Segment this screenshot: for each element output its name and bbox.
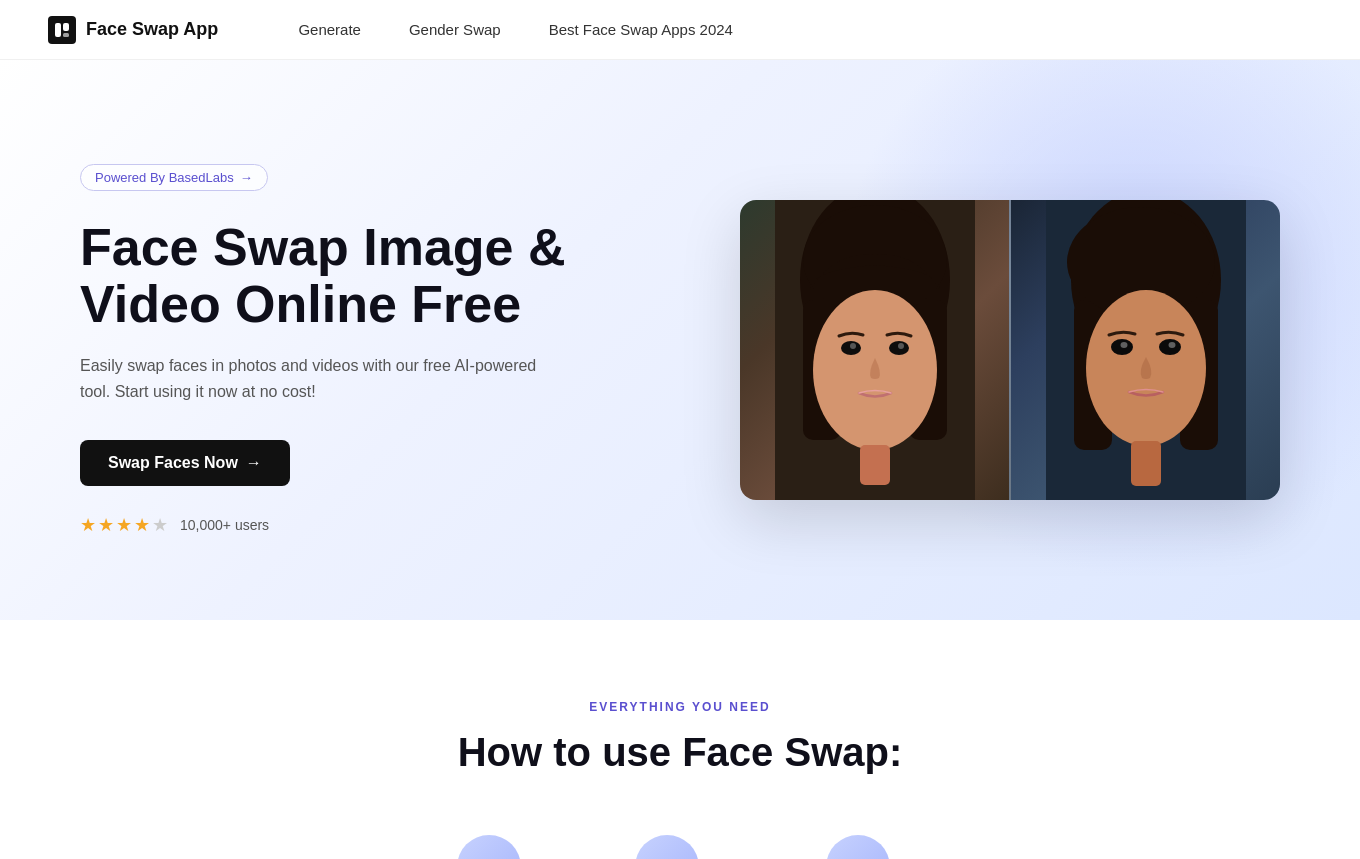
cta-arrow: → bbox=[246, 454, 262, 472]
how-to-section: EVERYTHING YOU NEED How to use Face Swap… bbox=[0, 620, 1360, 859]
svg-point-23 bbox=[1168, 342, 1175, 348]
step-3-circle: 3. bbox=[826, 835, 890, 859]
hero-title: Face Swap Image & Video Online Free bbox=[80, 219, 640, 333]
powered-badge-text: Powered By BasedLabs bbox=[95, 170, 234, 185]
hero-content: Powered By BasedLabs → Face Swap Image &… bbox=[80, 164, 640, 537]
swapped-face-panel bbox=[1009, 200, 1280, 500]
powered-badge[interactable]: Powered By BasedLabs → bbox=[80, 164, 268, 191]
navigation: Face Swap App Generate Gender Swap Best … bbox=[0, 0, 1360, 60]
step-2-circle: 2. bbox=[635, 835, 699, 859]
steps-row: 1. Upload Photo 2. Swap Faces 3. Downloa… bbox=[48, 835, 1312, 859]
logo-icon bbox=[48, 16, 76, 44]
svg-rect-1 bbox=[63, 23, 69, 31]
hero-image bbox=[640, 200, 1280, 500]
original-face-panel bbox=[740, 200, 1009, 500]
star-2: ★ bbox=[98, 514, 114, 536]
cta-label: Swap Faces Now bbox=[108, 454, 238, 472]
star-1: ★ bbox=[80, 514, 96, 536]
svg-rect-13 bbox=[860, 445, 890, 485]
logo-link[interactable]: Face Swap App bbox=[48, 16, 218, 44]
svg-rect-24 bbox=[1131, 441, 1161, 486]
hero-section: Powered By BasedLabs → Face Swap Image &… bbox=[0, 60, 1360, 620]
svg-point-22 bbox=[1120, 342, 1127, 348]
nav-links: Generate Gender Swap Best Face Swap Apps… bbox=[298, 21, 733, 38]
star-3: ★ bbox=[116, 514, 132, 536]
face-swap-preview bbox=[740, 200, 1280, 500]
step-1-circle: 1. bbox=[457, 835, 521, 859]
star-4: ★ bbox=[134, 514, 150, 536]
svg-point-11 bbox=[850, 343, 856, 349]
hero-social-proof: ★ ★ ★ ★ ★ 10,000+ users bbox=[80, 514, 640, 536]
hero-subtitle: Easily swap faces in photos and videos w… bbox=[80, 353, 560, 404]
svg-point-12 bbox=[898, 343, 904, 349]
users-count: 10,000+ users bbox=[180, 517, 269, 533]
section-title: How to use Face Swap: bbox=[48, 730, 1312, 775]
nav-link-generate[interactable]: Generate bbox=[298, 21, 361, 38]
swap-faces-button[interactable]: Swap Faces Now → bbox=[80, 440, 290, 486]
step-1: 1. Upload Photo bbox=[437, 835, 541, 859]
nav-link-gender-swap[interactable]: Gender Swap bbox=[409, 21, 501, 38]
step-2: 2. Swap Faces bbox=[621, 835, 713, 859]
nav-link-best-apps[interactable]: Best Face Swap Apps 2024 bbox=[549, 21, 733, 38]
svg-rect-0 bbox=[55, 23, 61, 37]
powered-badge-arrow: → bbox=[240, 170, 253, 185]
star-5: ★ bbox=[152, 514, 168, 536]
logo-text: Face Swap App bbox=[86, 19, 218, 40]
section-eyebrow: EVERYTHING YOU NEED bbox=[48, 700, 1312, 714]
step-3: 3. Download Result bbox=[793, 835, 923, 859]
star-rating: ★ ★ ★ ★ ★ bbox=[80, 514, 168, 536]
svg-rect-2 bbox=[63, 33, 69, 37]
